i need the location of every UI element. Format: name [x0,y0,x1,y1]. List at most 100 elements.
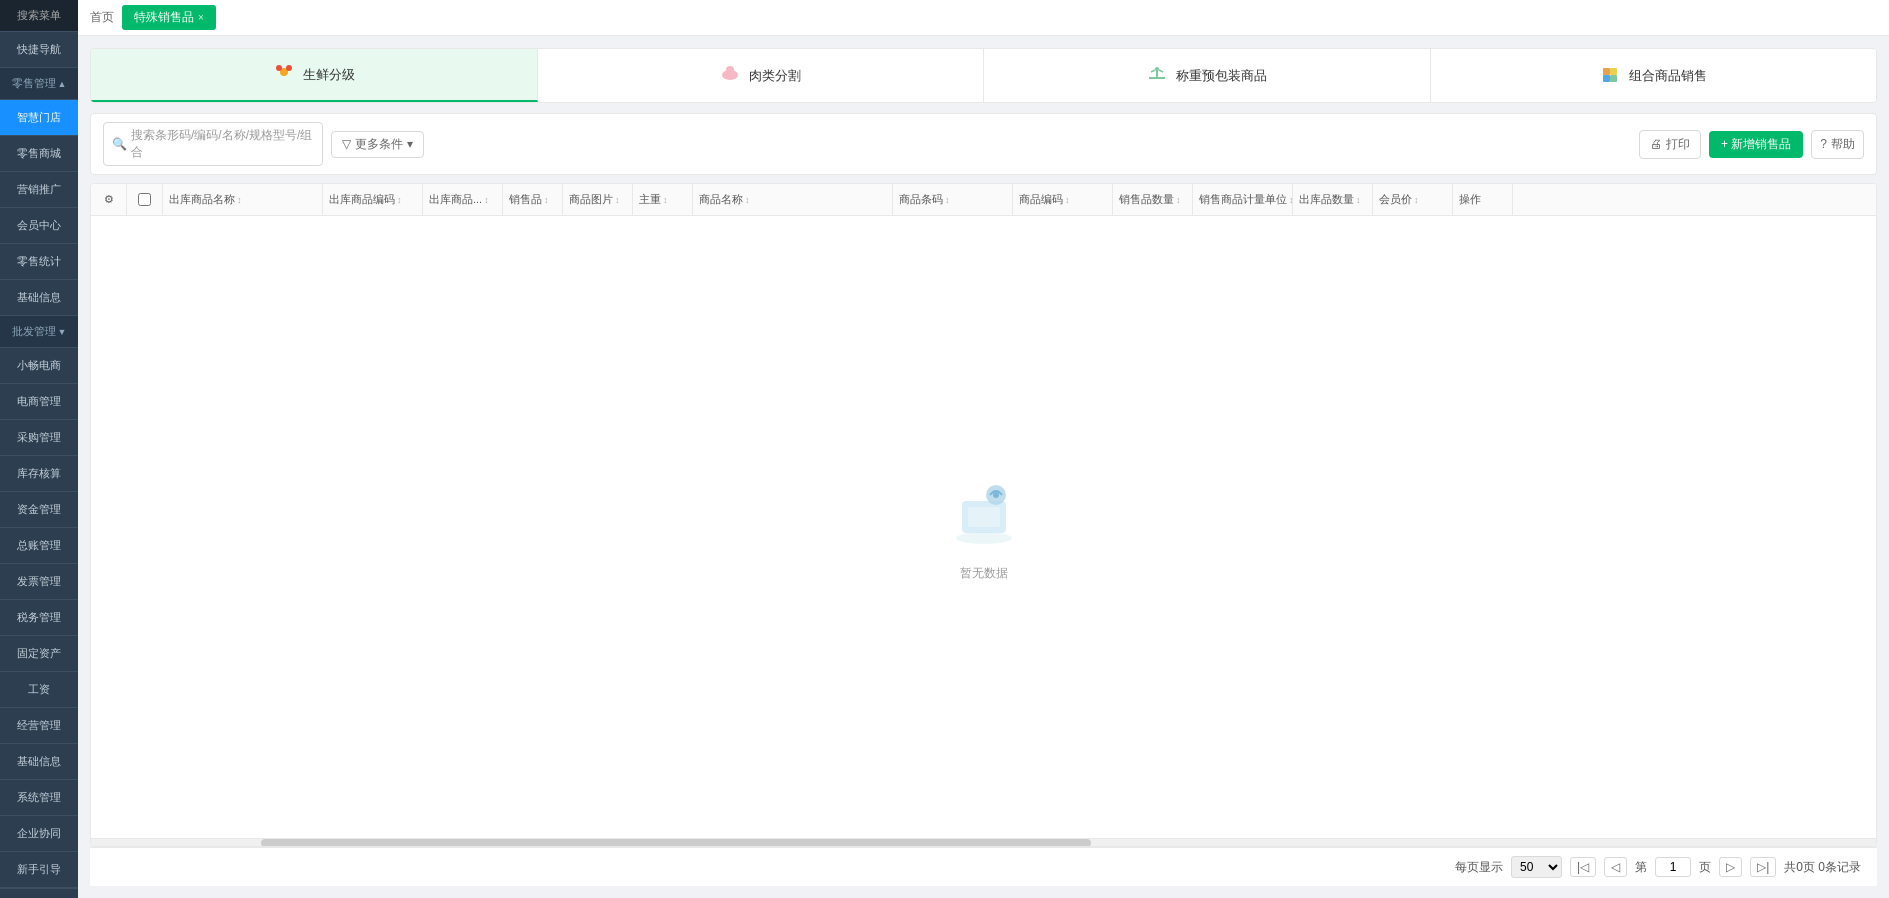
active-tab-label: 特殊销售品 [134,9,194,26]
search-box[interactable]: 🔍 搜索条形码/编码/名称/规格型号/组合 [103,122,323,166]
sidebar-item-ledger[interactable]: 总账管理 [0,528,78,564]
sort-icon-wh-detail[interactable]: ↕ [484,195,489,205]
sub-tab-combo[interactable]: 组合商品销售 [1431,49,1877,102]
topbar: 首页 特殊销售品 × [78,0,1889,36]
sidebar-item-basic-info2[interactable]: 基础信息 [0,744,78,780]
sub-tab-scale[interactable]: 称重预包装商品 [984,49,1431,102]
svg-rect-11 [1610,68,1617,75]
sort-icon-sale-qty[interactable]: ↕ [1176,195,1181,205]
sidebar-logo[interactable]: 搜索菜单 [0,0,78,32]
select-all-checkbox[interactable] [138,193,151,206]
sidebar-item-guide[interactable]: 新手引导 [0,852,78,888]
sidebar: 搜索菜单 快捷导航 零售管理 ▲ 智慧门店 零售商城 营销推广 会员中心 零售统… [0,0,78,898]
sub-tab-fresh-label: 生鲜分级 [303,66,355,84]
sidebar-item-inventory[interactable]: 库存核算 [0,456,78,492]
sort-icon-member-price[interactable]: ↕ [1414,195,1419,205]
sidebar-section-retail[interactable]: 零售管理 ▲ [0,68,78,100]
th-unit: 销售商品计量单位 ↕ [1193,184,1293,215]
filter-bar: 🔍 搜索条形码/编码/名称/规格型号/组合 ▽ 更多条件 ▾ 🖨 打印 + 新增… [90,113,1877,175]
sidebar-item-finance[interactable]: 资金管理 [0,492,78,528]
sort-icon-wh-qty[interactable]: ↕ [1356,195,1361,205]
sidebar-item-basic-info[interactable]: 基础信息 [0,280,78,316]
sidebar-item-retail-stats[interactable]: 零售统计 [0,244,78,280]
tab-close-icon[interactable]: × [198,12,204,23]
svg-line-9 [1159,70,1163,72]
th-wh-qty: 出库品数量 ↕ [1293,184,1373,215]
sidebar-item-enterprise[interactable]: 企业协同 [0,816,78,852]
sub-tab-fresh[interactable]: 生鲜分级 [91,49,538,102]
sort-icon-barcode[interactable]: ↕ [945,195,950,205]
sidebar-item-ecom-small[interactable]: 小畅电商 [0,348,78,384]
th-sale: 销售品 ↕ [503,184,563,215]
empty-illustration [944,473,1024,553]
sort-icon-wh-name[interactable]: ↕ [237,195,242,205]
th-setting[interactable]: ⚙ [91,184,127,215]
per-page-select[interactable]: 50 100 200 [1511,856,1562,878]
filter-icon: ▽ [342,137,351,151]
print-button[interactable]: 🖨 打印 [1639,130,1701,159]
sort-icon-goods-code[interactable]: ↕ [1065,195,1070,205]
wholesale-expand-icon: ▼ [58,327,67,337]
sidebar-item-smart-store[interactable]: 智慧门店 [0,100,78,136]
breadcrumb-home[interactable]: 首页 [90,9,114,26]
th-img: 商品图片 ↕ [563,184,633,215]
print-icon: 🖨 [1650,137,1662,151]
scrollbar-thumb[interactable] [261,839,1091,847]
horizontal-scrollbar[interactable] [91,838,1876,846]
retail-expand-icon: ▲ [58,79,67,89]
th-wh-name: 出库商品名称 ↕ [163,184,323,215]
sort-icon-main[interactable]: ↕ [663,195,668,205]
sidebar-item-ecom-mgmt[interactable]: 电商管理 [0,384,78,420]
sidebar-item-salary[interactable]: 工资 [0,672,78,708]
active-tab[interactable]: 特殊销售品 × [122,5,216,30]
svg-point-7 [1155,67,1159,71]
sidebar-item-marketing[interactable]: 营销推广 [0,172,78,208]
page-label: 第 [1635,859,1647,876]
th-checkbox[interactable] [127,184,163,215]
sidebar-item-retail-mall[interactable]: 零售商城 [0,136,78,172]
svg-rect-12 [1603,75,1610,82]
sub-tab-scale-label: 称重预包装商品 [1176,67,1267,85]
add-sale-item-button[interactable]: + 新增销售品 [1709,131,1803,158]
help-icon: ? [1820,137,1827,151]
th-main: 主重 ↕ [633,184,693,215]
sidebar-item-invoice[interactable]: 发票管理 [0,564,78,600]
sort-icon-img[interactable]: ↕ [615,195,620,205]
help-button[interactable]: ? 帮助 [1811,130,1864,159]
sub-tab-meat[interactable]: 肉类分割 [538,49,985,102]
sidebar-item-biz-mgmt[interactable]: 经营管理 [0,708,78,744]
sidebar-item-tax[interactable]: 税务管理 [0,600,78,636]
filter-right: 🖨 打印 + 新增销售品 ? 帮助 [1639,130,1864,159]
prev-page-btn[interactable]: ◁ [1604,857,1627,877]
sort-icon-goods-name[interactable]: ↕ [745,195,750,205]
th-goods-name: 商品名称 ↕ [693,184,893,215]
first-page-btn[interactable]: |◁ [1570,857,1596,877]
svg-rect-13 [1610,75,1617,82]
sidebar-item-system[interactable]: 系统管理 [0,780,78,816]
svg-rect-16 [968,507,1000,527]
main-area: 首页 特殊销售品 × 生鲜分级 肉类分割 [78,0,1889,898]
sidebar-item-quick-nav[interactable]: 快捷导航 [0,32,78,68]
empty-text: 暂无数据 [960,565,1008,582]
sidebar-item-fixed-assets[interactable]: 固定资产 [0,636,78,672]
meat-icon [719,62,741,89]
page-number-input[interactable] [1655,857,1691,877]
sidebar-gear-icon[interactable]: ⚙ [0,888,78,898]
more-conditions-btn[interactable]: ▽ 更多条件 ▾ [331,131,424,158]
pagination-bar: 每页显示 50 100 200 |◁ ◁ 第 页 ▷ ▷| 共0页 0条记录 [90,847,1877,886]
combo-icon [1599,62,1621,89]
next-page-btn[interactable]: ▷ [1719,857,1742,877]
sidebar-item-member[interactable]: 会员中心 [0,208,78,244]
fresh-icon [273,61,295,88]
svg-point-14 [956,532,1012,544]
th-wh-code: 出库商品编码 ↕ [323,184,423,215]
data-table: ⚙ 出库商品名称 ↕ 出库商品编码 ↕ 出库商品... ↕ 销售品 [90,183,1877,847]
last-page-btn[interactable]: ▷| [1750,857,1776,877]
svg-point-4 [726,66,734,74]
search-placeholder: 搜索条形码/编码/名称/规格型号/组合 [131,127,314,161]
sidebar-item-purchase[interactable]: 采购管理 [0,420,78,456]
sort-icon-wh-code[interactable]: ↕ [397,195,402,205]
svg-rect-5 [1149,77,1165,79]
sidebar-section-wholesale[interactable]: 批发管理 ▼ [0,316,78,348]
sort-icon-sale[interactable]: ↕ [544,195,549,205]
